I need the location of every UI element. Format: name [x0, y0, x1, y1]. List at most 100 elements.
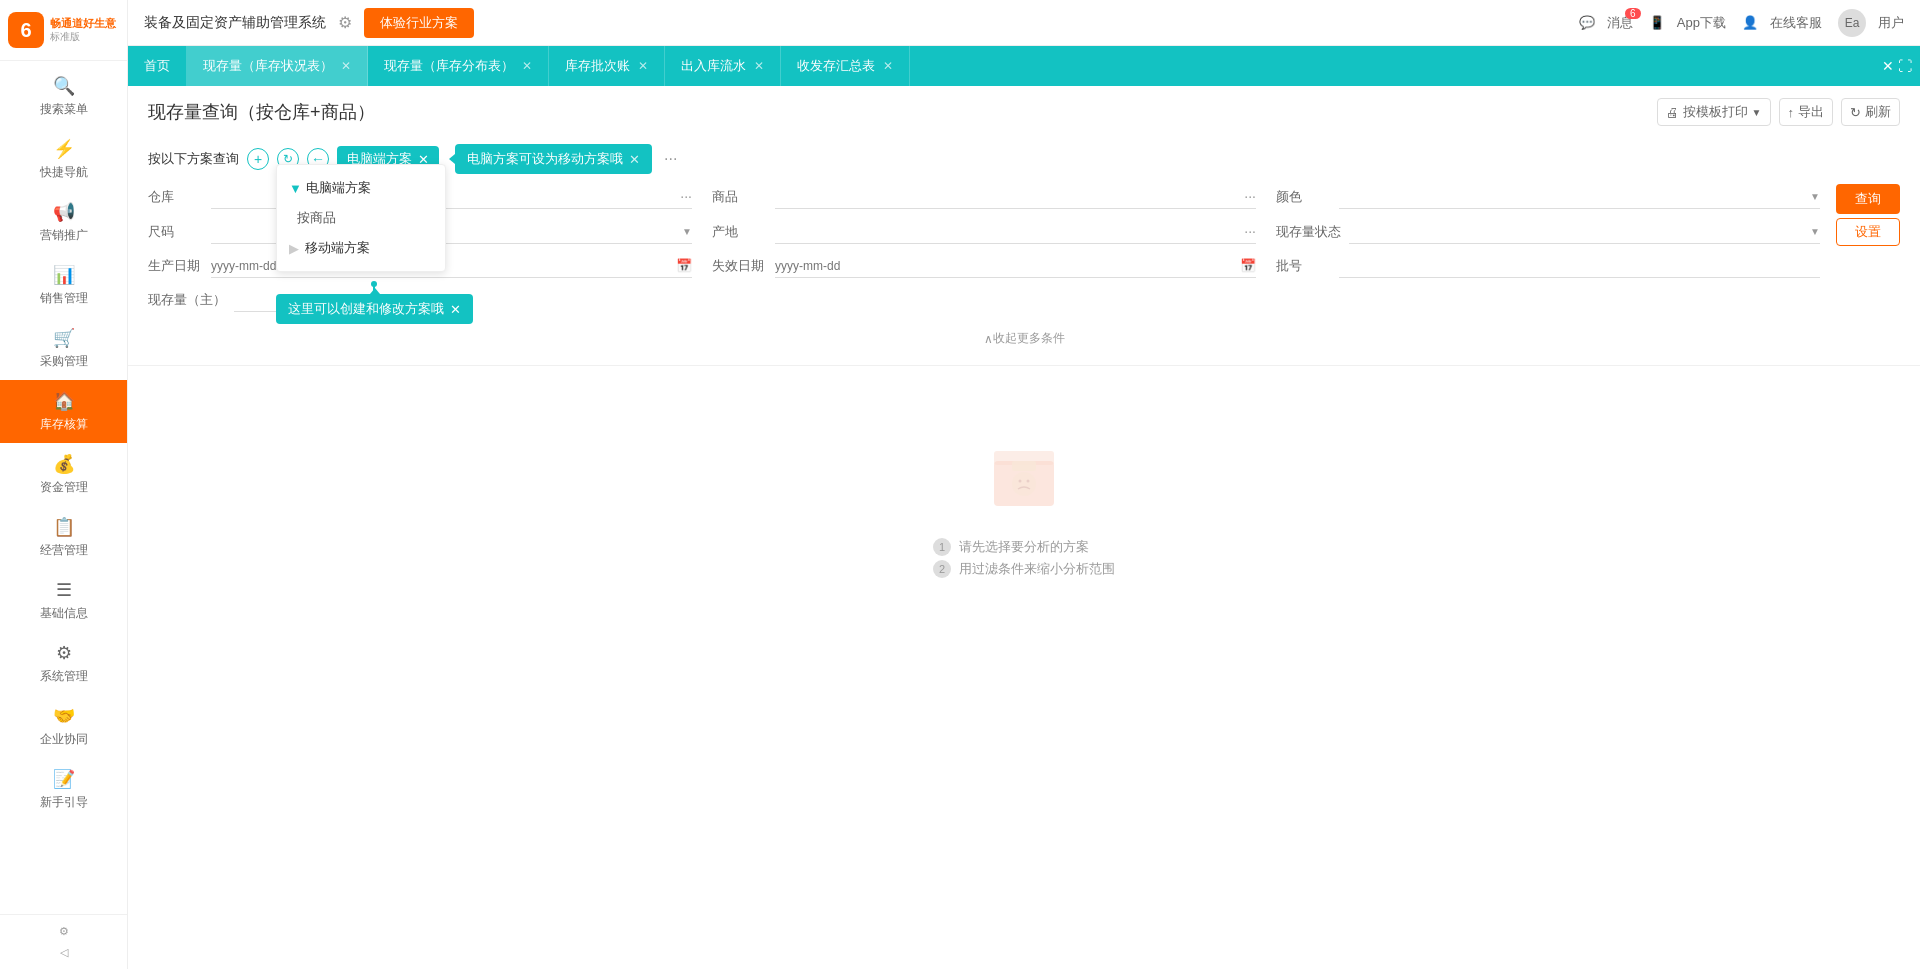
product-dots[interactable]: ···	[1244, 188, 1256, 204]
refresh-btn[interactable]: ↻ 刷新	[1841, 98, 1900, 126]
print-label: 按模板打印	[1683, 103, 1748, 121]
tab-flow[interactable]: 出入库流水 ✕	[665, 46, 781, 86]
batch-label: 批号	[1276, 257, 1331, 275]
color-arrow[interactable]: ▼	[1810, 191, 1820, 202]
sidebar-item-collab[interactable]: 🤝 企业协同	[0, 695, 127, 758]
app-download-label: App下载	[1677, 14, 1726, 32]
expiry-date-field[interactable]	[775, 259, 1236, 273]
sidebar-item-guide[interactable]: 📝 新手引导	[0, 758, 127, 821]
sidebar-item-label: 经营管理	[40, 542, 88, 559]
user-area[interactable]: Ea 用户	[1838, 9, 1904, 37]
sidebar-item-finance[interactable]: 💰 资金管理	[0, 443, 127, 506]
collab-icon: 🤝	[53, 705, 75, 727]
export-label: 导出	[1798, 103, 1824, 121]
collapse-label: 收起更多条件	[993, 330, 1065, 347]
tab-close-all-icon[interactable]: ✕	[1882, 58, 1894, 74]
step-num-1: 1	[933, 538, 951, 556]
scheme-mobile-item[interactable]: ▶ 移动端方案	[277, 233, 445, 263]
batch-input[interactable]	[1339, 254, 1820, 278]
scheme-tooltip-close[interactable]: ✕	[629, 152, 640, 167]
tab-close-icon[interactable]: ✕	[522, 59, 532, 73]
tab-maximize-icon[interactable]: ⛶	[1898, 58, 1912, 74]
system-title: 装备及固定资产辅助管理系统	[144, 14, 326, 32]
refresh-icon: ↻	[1850, 105, 1861, 120]
message-btn[interactable]: 💬 6 消息	[1579, 14, 1633, 32]
sidebar-item-inventory[interactable]: 🏠 库存核算	[0, 380, 127, 443]
collapse-filter-btn[interactable]: ∧ 收起更多条件	[148, 322, 1900, 355]
app-download-btn[interactable]: 📱 App下载	[1649, 14, 1726, 32]
print-icon: 🖨	[1666, 105, 1679, 120]
warehouse-label: 仓库	[148, 188, 203, 206]
page-header: 现存量查询（按仓库+商品） 🖨 按模板打印 ▼ ↑ 导出 ↻ 刷新	[128, 86, 1920, 134]
tab-close-icon[interactable]: ✕	[754, 59, 764, 73]
tab-batch[interactable]: 库存批次账 ✕	[549, 46, 665, 86]
collapse-icon: ◁	[60, 946, 68, 959]
sidebar-item-management[interactable]: 📋 经营管理	[0, 506, 127, 569]
empty-state: 1 请先选择要分析的方案 2 用过滤条件来缩小分析范围	[128, 366, 1920, 638]
tab-close-icon[interactable]: ✕	[638, 59, 648, 73]
tab-close-icon[interactable]: ✕	[341, 59, 351, 73]
sidebar-item-quicknav[interactable]: ⚡ 快捷导航	[0, 128, 127, 191]
product-input[interactable]	[775, 189, 1240, 204]
sidebar-bottom: ⚙ ◁	[0, 914, 127, 969]
export-btn[interactable]: ↑ 导出	[1779, 98, 1834, 126]
reset-btn[interactable]: 设置	[1836, 218, 1900, 246]
sidebar-item-label: 基础信息	[40, 605, 88, 622]
color-select[interactable]: ▼	[1339, 185, 1820, 209]
calendar2-icon[interactable]: 📅	[1240, 258, 1256, 273]
sidebar-item-system[interactable]: ⚙ 系统管理	[0, 632, 127, 695]
origin-dots[interactable]: ···	[1244, 223, 1256, 239]
export-icon: ↑	[1788, 105, 1795, 120]
filter-more-icon[interactable]: ···	[664, 150, 677, 168]
sidebar-item-search[interactable]: 🔍 搜索菜单	[0, 65, 127, 128]
filter-add-btn[interactable]: +	[247, 148, 269, 170]
stock-status-arrow[interactable]: ▼	[1810, 226, 1820, 237]
page-actions: 🖨 按模板打印 ▼ ↑ 导出 ↻ 刷新	[1657, 98, 1900, 126]
filter-batch: 批号	[1276, 254, 1820, 278]
expiry-date-input[interactable]: 📅	[775, 254, 1256, 278]
collapse-bottom[interactable]: ◁	[60, 946, 68, 959]
origin-label: 产地	[712, 223, 767, 241]
sidebar-item-marketing[interactable]: 📢 营销推广	[0, 191, 127, 254]
print-btn[interactable]: 🖨 按模板打印 ▼	[1657, 98, 1771, 126]
scheme-panel-title: 电脑端方案	[306, 179, 371, 197]
avatar: Ea	[1838, 9, 1866, 37]
calendar-icon[interactable]: 📅	[676, 258, 692, 273]
stock-status-input[interactable]	[1349, 224, 1810, 239]
trial-btn[interactable]: 体验行业方案	[364, 8, 474, 38]
connector-dot	[371, 281, 377, 287]
tab-inventory-dist[interactable]: 现存量（库存分布表） ✕	[368, 46, 549, 86]
purchase-icon: 🛒	[53, 327, 75, 349]
online-service-btn[interactable]: 👤 在线客服	[1742, 14, 1822, 32]
tab-summary[interactable]: 收发存汇总表 ✕	[781, 46, 910, 86]
stock-main-label: 现存量（主）	[148, 291, 226, 309]
tab-inventory-status[interactable]: 现存量（库存状况表） ✕	[187, 46, 368, 86]
sidebar-item-purchase[interactable]: 🛒 采购管理	[0, 317, 127, 380]
tab-close-icon[interactable]: ✕	[883, 59, 893, 73]
settings-gear-icon[interactable]: ⚙	[338, 13, 352, 32]
size-arrow[interactable]: ▼	[682, 226, 692, 237]
scheme-sub-item[interactable]: 按商品	[277, 203, 445, 233]
filter-color: 颜色 ▼	[1276, 184, 1820, 209]
warehouse-dots[interactable]: ···	[680, 188, 692, 204]
prod-date-label: 生产日期	[148, 257, 203, 275]
color-input[interactable]	[1339, 189, 1810, 204]
sidebar-item-sales[interactable]: 📊 销售管理	[0, 254, 127, 317]
settings-bottom[interactable]: ⚙	[59, 925, 69, 938]
logo-area: 6 畅通道好生意 标准版	[0, 0, 127, 61]
management-icon: 📋	[53, 516, 75, 538]
svg-rect-2	[1012, 461, 1036, 471]
origin-input[interactable]	[775, 224, 1240, 239]
query-btn[interactable]: 查询	[1836, 184, 1900, 214]
stock-status-select[interactable]: ▼	[1349, 220, 1820, 244]
edit-tooltip-close[interactable]: ✕	[450, 302, 461, 317]
edit-tooltip-text: 这里可以创建和修改方案哦	[288, 300, 444, 318]
svg-point-4	[1019, 480, 1022, 483]
origin-select[interactable]: ···	[775, 219, 1256, 244]
phone-icon: 📱	[1649, 15, 1665, 30]
sidebar-item-label: 系统管理	[40, 668, 88, 685]
tab-home[interactable]: 首页	[128, 46, 187, 86]
product-select[interactable]: ···	[775, 184, 1256, 209]
sidebar-item-basic[interactable]: ☰ 基础信息	[0, 569, 127, 632]
service-icon: 👤	[1742, 15, 1758, 30]
